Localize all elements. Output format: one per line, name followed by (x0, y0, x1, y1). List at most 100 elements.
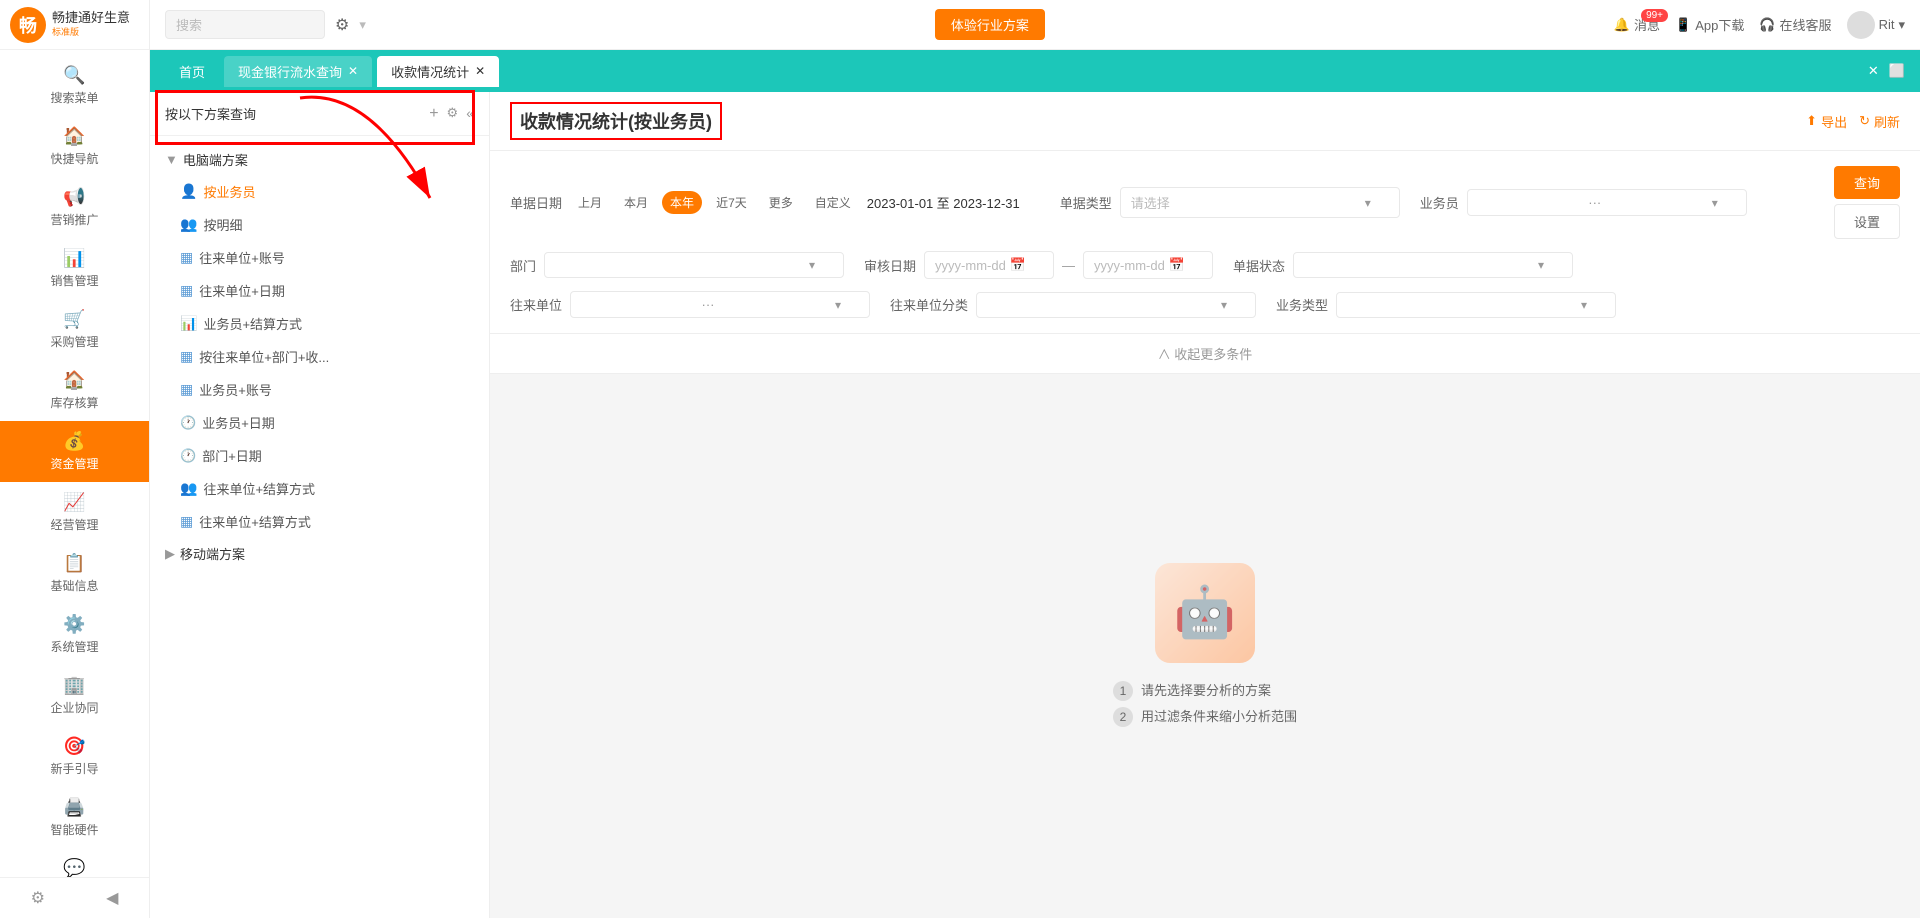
tree-expand-arrow: ▼ (165, 152, 178, 167)
sidebar-label-finance: 资金管理 (50, 455, 98, 472)
sidebar-item-search-menu[interactable]: 🔍 搜索菜单 (0, 55, 149, 116)
scheme-collapse-icon[interactable]: « (466, 105, 474, 123)
review-end-placeholder: yyyy-mm-dd (1094, 258, 1165, 273)
sidebar-item-finance[interactable]: 💰 资金管理 (0, 421, 149, 482)
tab-bar: 首页 现金银行流水查询 ✕ 收款情况统计 ✕ ✕ ⬜ (150, 50, 1920, 92)
collection-stats-close-icon[interactable]: ✕ (475, 64, 485, 78)
sidebar-label-purchase: 采购管理 (50, 333, 98, 350)
tree-item-unit-account[interactable]: ▦ 往来单位+账号 (150, 241, 489, 274)
add-scheme-icon[interactable]: + (429, 105, 438, 123)
date-last-7-days-btn[interactable]: 近7天 (708, 191, 755, 214)
close-window-icon[interactable]: ✕ (1868, 63, 1879, 79)
voucher-type-select[interactable]: 请选择 ▾ (1120, 187, 1400, 218)
sidebar-item-guide[interactable]: 🎯 新手引导 (0, 726, 149, 787)
query-button[interactable]: 查询 (1834, 166, 1900, 199)
tree-group-desktop-header[interactable]: ▼ 电脑端方案 (150, 144, 489, 175)
sidebar-item-smart-hw[interactable]: 🖨️ 智能硬件 (0, 787, 149, 848)
app-download-label: App下载 (1695, 15, 1744, 34)
clock2-icon: 🕐 (180, 448, 196, 464)
content-area: 按以下方案查询 + ⚙ « ▼ 电脑端方案 👤 按业务员 (150, 92, 1920, 918)
scheme-actions: + ⚙ « (429, 105, 474, 123)
sidebar-item-inventory[interactable]: 🏠 库存核算 (0, 360, 149, 421)
finance-icon: 💰 (63, 431, 85, 452)
tree-item-unit-date[interactable]: ▦ 往来单位+日期 (150, 274, 489, 307)
header-search[interactable]: 搜索 (165, 10, 325, 39)
messages-btn[interactable]: 🔔 消息 99+ (1614, 15, 1660, 34)
filter-right-buttons: 查询 设置 (1834, 166, 1900, 239)
tree-item-sales-account[interactable]: ▦ 业务员+账号 (150, 373, 489, 406)
right-panel: 收款情况统计(按业务员) ⬆ 导出 ↻ 刷新 单据日 (490, 92, 1920, 918)
sidebar-item-marketing[interactable]: 📢 营销推广 (0, 177, 149, 238)
tree-item-sales-date[interactable]: 🕐 业务员+日期 (150, 406, 489, 439)
tab-collection-stats[interactable]: 收款情况统计 ✕ (377, 56, 499, 87)
counterparty-type-select[interactable]: ▾ (976, 292, 1256, 318)
online-service-btn[interactable]: 🎧 在线客服 (1759, 15, 1831, 34)
set-button[interactable]: 设置 (1834, 204, 1900, 239)
voucher-status-select[interactable]: ▾ (1293, 252, 1573, 278)
bank-flow-tab-label: 现金银行流水查询 (238, 62, 342, 81)
date-this-year-btn[interactable]: 本年 (662, 191, 702, 214)
user-info[interactable]: Rit ▾ (1847, 11, 1905, 39)
tree-item-unit-settlement2[interactable]: ▦ 往来单位+结算方式 (150, 505, 489, 538)
sidebar-item-system[interactable]: ⚙️ 系统管理 (0, 604, 149, 665)
tree-item-sales-settlement[interactable]: 📊 业务员+结算方式 (150, 307, 489, 340)
tree-group-mobile-header[interactable]: ▶ 移动端方案 (150, 538, 489, 569)
tree-item-by-salesperson[interactable]: 👤 按业务员 (150, 175, 489, 208)
tree-item-dept-date-label: 部门+日期 (202, 446, 262, 465)
refresh-button[interactable]: ↻ 刷新 (1859, 112, 1900, 131)
sidebar-item-sales[interactable]: 📊 销售管理 (0, 238, 149, 299)
tree-item-unit-settlement[interactable]: 👥 往来单位+结算方式 (150, 472, 489, 505)
logo-area: 畅 畅捷通好生意 标准版 (0, 0, 149, 50)
tree-item-unit-dept-collect[interactable]: ▦ 按往来单位+部门+收... (150, 340, 489, 373)
collapse-bar[interactable]: ∧ 收起更多条件 (490, 334, 1920, 374)
business-type-select[interactable]: ▾ (1336, 292, 1616, 318)
sidebar-item-enterprise[interactable]: 🏢 企业协同 (0, 665, 149, 726)
sidebar-item-purchase[interactable]: 🛒 采购管理 (0, 299, 149, 360)
tree-item-by-detail[interactable]: 👥 按明细 (150, 208, 489, 241)
detail-icon: 👥 (180, 216, 197, 233)
review-date-end-input[interactable]: yyyy-mm-dd 📅 (1083, 251, 1213, 279)
sidebar-settings-btn[interactable]: ⚙ (31, 888, 45, 908)
tab-home[interactable]: 首页 (165, 56, 219, 87)
counterparty-select[interactable]: ··· ▾ (570, 291, 870, 318)
more-dots-counterparty[interactable]: ··· (702, 297, 715, 312)
date-this-month-btn[interactable]: 本月 (616, 191, 656, 214)
dept-select[interactable]: ▾ (544, 252, 844, 278)
app-download-btn[interactable]: 📱 App下载 (1675, 15, 1744, 34)
unit-settlement2-icon: ▦ (180, 513, 193, 530)
sidebar-item-wechat[interactable]: 💬 企业微信 (0, 848, 149, 877)
trial-button[interactable]: 体验行业方案 (935, 9, 1045, 40)
unit-dept-collect-icon: ▦ (180, 348, 193, 365)
business-type-label: 业务类型 (1276, 295, 1328, 314)
sidebar-item-quick-nav[interactable]: 🏠 快捷导航 (0, 116, 149, 177)
step2-number: 2 (1113, 707, 1133, 727)
collection-stats-tab-label: 收款情况统计 (391, 62, 469, 81)
filter-dept-item: 部门 ▾ (510, 252, 844, 278)
search-placeholder: 搜索 (176, 18, 202, 33)
salesperson-select[interactable]: ··· ▾ (1467, 189, 1747, 216)
date-more-btn[interactable]: 更多 (761, 191, 801, 214)
sidebar-item-operation[interactable]: 📈 经营管理 (0, 482, 149, 543)
more-dots-salesperson[interactable]: ··· (1588, 195, 1601, 210)
review-date-start-input[interactable]: yyyy-mm-dd 📅 (924, 251, 1054, 279)
sidebar-nav: 🔍 搜索菜单 🏠 快捷导航 📢 营销推广 📊 销售管理 🛒 采购管理 🏠 库存核… (0, 50, 149, 877)
sidebar-item-basic-info[interactable]: 📋 基础信息 (0, 543, 149, 604)
date-last-month-btn[interactable]: 上月 (570, 191, 610, 214)
sidebar-collapse-btn[interactable]: ◀ (106, 888, 118, 908)
scheme-settings-icon[interactable]: ⚙ (447, 105, 459, 123)
sidebar-label-operation: 经营管理 (50, 516, 98, 533)
tree-item-unit-date-label: 往来单位+日期 (199, 281, 285, 300)
export-button[interactable]: ⬆ 导出 (1806, 112, 1847, 131)
date-custom-btn[interactable]: 自定义 (807, 191, 859, 214)
header-gear-icon[interactable]: ⚙ (335, 15, 349, 35)
user-name: Rit (1879, 17, 1895, 32)
sidebar-label-system: 系统管理 (50, 638, 98, 655)
maximize-window-icon[interactable]: ⬜ (1889, 63, 1905, 79)
step2-text: 用过滤条件来缩小分析范围 (1141, 704, 1297, 730)
tab-bank-flow[interactable]: 现金银行流水查询 ✕ (224, 56, 372, 87)
tree-item-dept-date[interactable]: 🕐 部门+日期 (150, 439, 489, 472)
bank-flow-close-icon[interactable]: ✕ (348, 64, 358, 78)
filter-voucher-type-item: 单据类型 请选择 ▾ (1060, 187, 1400, 218)
sidebar-label-smart-hw: 智能硬件 (50, 821, 98, 838)
empty-illustration: 🤖 1 请先选择要分析的方案 2 用过滤条件来缩小分析范围 (1113, 563, 1297, 730)
